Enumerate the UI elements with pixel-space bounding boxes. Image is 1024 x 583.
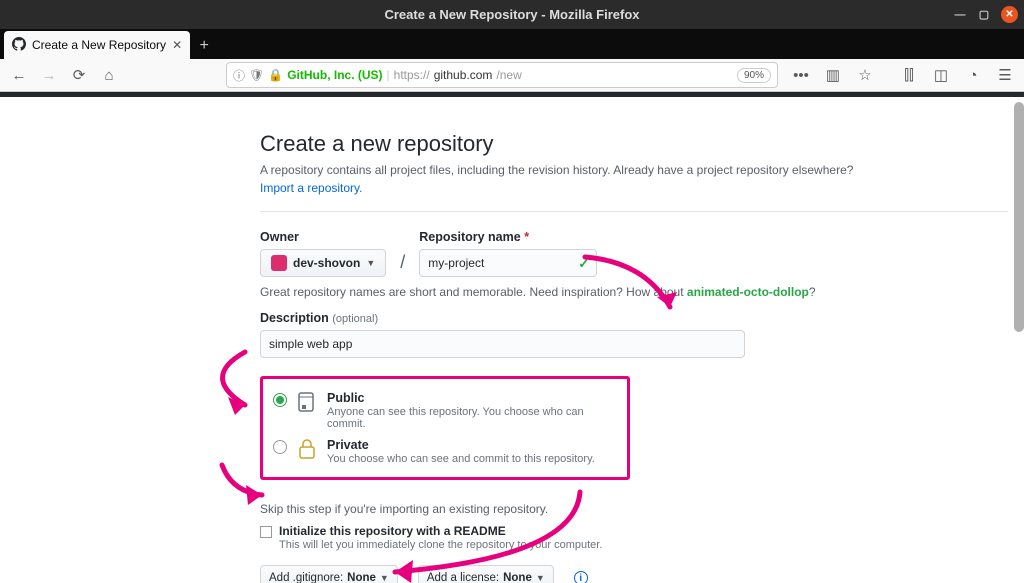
bookmark-star-icon[interactable]: ☆ <box>852 62 878 88</box>
owner-avatar <box>271 255 287 271</box>
public-desc: Anyone can see this repository. You choo… <box>327 406 617 430</box>
tab-strip: Create a New Repository ✕ + <box>0 29 1024 59</box>
owner-value: dev-shovon <box>293 256 360 270</box>
account-icon[interactable]: ◔ <box>960 62 986 88</box>
page-heading: Create a new repository <box>260 131 1008 157</box>
browser-tab-active[interactable]: Create a New Repository ✕ <box>4 31 190 59</box>
skip-import-hint: Skip this step if you're importing an ex… <box>260 502 1008 516</box>
caret-down-icon: ▼ <box>536 573 545 583</box>
caret-down-icon: ▼ <box>366 258 375 268</box>
name-hint: Great repository names are short and mem… <box>260 285 1008 299</box>
nav-toolbar: ← → ⟳ ⌂ ⓘ 🛡 🔒 GitHub, Inc. (US) | https:… <box>0 59 1024 92</box>
sidebar-icon[interactable]: ◫ <box>928 62 954 88</box>
license-info-icon[interactable]: i <box>574 571 588 583</box>
description-input[interactable] <box>260 330 745 358</box>
private-radio[interactable] <box>273 440 287 454</box>
readme-checkbox[interactable] <box>260 526 272 538</box>
zoom-badge[interactable]: 90% <box>737 68 771 83</box>
window-title: Create a New Repository - Mozilla Firefo… <box>384 7 639 22</box>
vertical-scrollbar[interactable] <box>1014 102 1024 332</box>
url-scheme: https:// <box>394 68 430 82</box>
reload-button[interactable]: ⟳ <box>66 62 92 88</box>
repo-name-input[interactable] <box>419 249 597 277</box>
maximize-button[interactable]: ▢ <box>977 8 991 22</box>
suggestion-link[interactable]: animated-octo-dollop <box>687 285 809 299</box>
repo-public-icon <box>295 391 319 413</box>
new-tab-button[interactable]: + <box>190 33 218 59</box>
visibility-private-option[interactable]: Private You choose who can see and commi… <box>273 434 617 469</box>
tab-title: Create a New Repository <box>32 38 166 52</box>
caret-down-icon: ▼ <box>380 573 389 583</box>
create-repo-form: Create a new repository A repository con… <box>260 97 1008 583</box>
private-name: Private <box>327 438 595 452</box>
back-button[interactable]: ← <box>6 62 32 88</box>
page-subtext: A repository contains all project files,… <box>260 161 1008 197</box>
url-path: /new <box>496 68 521 82</box>
readme-option[interactable]: Initialize this repository with a README… <box>260 524 1008 551</box>
close-tab-icon[interactable]: ✕ <box>172 38 182 52</box>
forward-button[interactable]: → <box>36 62 62 88</box>
public-radio[interactable] <box>273 393 287 407</box>
visibility-public-option[interactable]: Public Anyone can see this repository. Y… <box>273 387 617 434</box>
home-button[interactable]: ⌂ <box>96 62 122 88</box>
check-icon: ✓ <box>578 256 589 272</box>
tab-favicon <box>12 37 26 54</box>
private-desc: You choose who can see and commit to thi… <box>327 453 595 465</box>
gitignore-select[interactable]: Add .gitignore: None ▼ <box>260 565 398 583</box>
tracking-icon[interactable]: 🛡 <box>249 68 264 82</box>
lock-icon[interactable]: 🔒 <box>268 68 283 82</box>
library-icon[interactable]: ⫿⫿ <box>896 62 922 88</box>
license-select[interactable]: Add a license: None ▼ <box>418 565 554 583</box>
repo-private-icon <box>295 438 319 460</box>
minimize-button[interactable]: — <box>953 8 967 22</box>
url-host: github.com <box>434 68 493 82</box>
close-window-button[interactable]: ✕ <box>1001 6 1018 23</box>
hamburger-menu-icon[interactable]: ☰ <box>992 62 1018 88</box>
owner-select[interactable]: dev-shovon ▼ <box>260 249 386 277</box>
import-repository-link[interactable]: Import a repository. <box>260 181 362 195</box>
repo-name-label: Repository name * <box>419 230 597 244</box>
page-viewport: Create a new repository A repository con… <box>0 92 1024 583</box>
owner-label: Owner <box>260 230 386 244</box>
divider <box>260 211 1008 212</box>
reader-icon[interactable]: ▥ <box>820 62 846 88</box>
readme-desc: This will let you immediately clone the … <box>279 539 602 551</box>
readme-label: Initialize this repository with a README <box>279 524 602 538</box>
url-bar[interactable]: ⓘ 🛡 🔒 GitHub, Inc. (US) | https://github… <box>226 62 778 88</box>
slash-separator: / <box>400 230 405 273</box>
window-titlebar: Create a New Repository - Mozilla Firefo… <box>0 0 1024 29</box>
shield-info-icon[interactable]: ⓘ <box>233 67 245 84</box>
site-identity: GitHub, Inc. (US) <box>287 68 382 82</box>
public-name: Public <box>327 391 617 405</box>
visibility-group: Public Anyone can see this repository. Y… <box>260 376 630 480</box>
description-label: Description (optional) <box>260 311 1008 325</box>
page-actions-icon[interactable]: ••• <box>788 62 814 88</box>
